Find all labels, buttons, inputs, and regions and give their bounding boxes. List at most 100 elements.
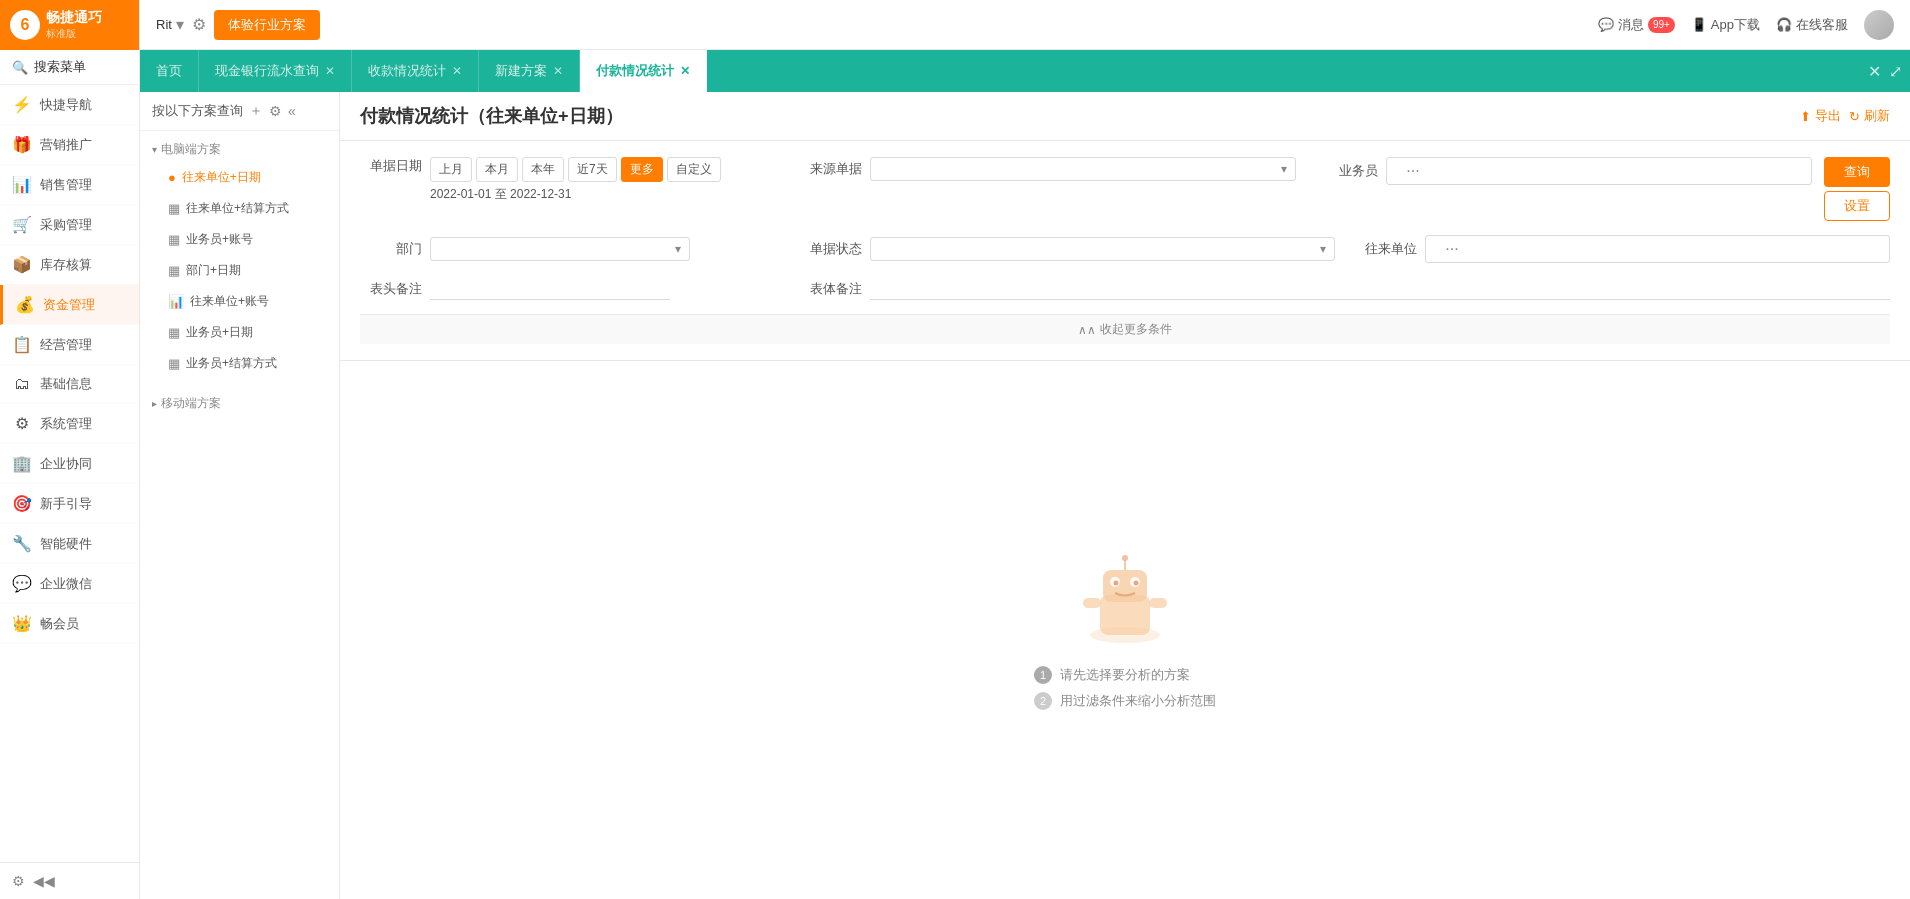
sidebar: 6 畅捷通巧 标准版 🔍 搜索菜单 ⚡ 快捷导航 🎁 营销推广 📊 销售管理 🛒…	[0, 0, 140, 899]
scheme-panel: 按以下方案查询 ＋ ⚙ « ▾ 电脑端方案 ● 往来单位+日期 ▦ 往来单位+结…	[140, 92, 340, 899]
last-month-btn[interactable]: 上月	[430, 157, 472, 182]
trial-button[interactable]: 体验行业方案	[214, 10, 320, 40]
sidebar-item-wechat[interactable]: 💬 企业微信	[0, 564, 139, 604]
date-filter-label: 单据日期	[360, 157, 430, 175]
this-month-btn[interactable]: 本月	[476, 157, 518, 182]
sidebar-item-marketing[interactable]: 🎁 营销推广	[0, 125, 139, 165]
tab-payment-stats-close[interactable]: ✕	[680, 64, 690, 78]
custom-date-btn[interactable]: 自定义	[667, 157, 721, 182]
source-select[interactable]: ▾	[870, 157, 1296, 181]
settings-scheme-btn[interactable]: ⚙	[269, 103, 282, 119]
chart-icon: 📊	[168, 294, 184, 309]
collapse-sidebar-icon[interactable]: ◀◀	[33, 873, 55, 889]
sidebar-search[interactable]: 🔍 搜索菜单	[0, 50, 139, 85]
tip-num-1: 1	[1034, 666, 1052, 684]
marketing-icon: 🎁	[12, 135, 32, 154]
sidebar-item-hardware[interactable]: 🔧 智能硬件	[0, 524, 139, 564]
scheme-label: 业务员+日期	[186, 324, 253, 341]
scheme-dept-date[interactable]: ▦ 部门+日期	[140, 255, 339, 286]
staff-label: 业务员	[1316, 162, 1386, 180]
svg-rect-2	[1103, 570, 1147, 602]
sales-icon: 📊	[12, 175, 32, 194]
tab-new-scheme[interactable]: 新建方案 ✕	[479, 50, 580, 92]
app-download-action[interactable]: 📱 App下载	[1691, 16, 1760, 34]
sidebar-item-label: 快捷导航	[40, 96, 92, 114]
last-7-days-btn[interactable]: 近7天	[568, 157, 617, 182]
header-left: Rit ▾ ⚙ 体验行业方案	[156, 10, 1586, 40]
header-right: 💬 消息 99+ 📱 App下载 🎧 在线客服	[1598, 10, 1894, 40]
sidebar-item-purchase[interactable]: 🛒 采购管理	[0, 205, 139, 245]
sidebar-item-operations[interactable]: 📋 经营管理	[0, 325, 139, 365]
maximize-window-btn[interactable]: ⤢	[1889, 62, 1902, 81]
sidebar-footer: ⚙ ◀◀	[0, 862, 139, 899]
staff-dots-icon[interactable]: ···	[1406, 162, 1419, 180]
sidebar-logo: 6 畅捷通巧 标准版	[0, 0, 139, 50]
sidebar-item-sales[interactable]: 📊 销售管理	[0, 165, 139, 205]
more-date-btn[interactable]: 更多	[621, 157, 663, 182]
add-scheme-btn[interactable]: ＋	[249, 102, 263, 120]
collapse-conditions-btn[interactable]: ∧∧ 收起更多条件	[360, 314, 1890, 344]
body-note-input[interactable]	[870, 277, 1890, 300]
export-button[interactable]: ⬆ 导出	[1800, 107, 1841, 125]
tab-bar: 首页 现金银行流水查询 ✕ 收款情况统计 ✕ 新建方案 ✕ 付款情况统计 ✕ ✕…	[140, 50, 1910, 92]
tab-revenue-stats[interactable]: 收款情况统计 ✕	[352, 50, 479, 92]
online-service-action[interactable]: 🎧 在线客服	[1776, 16, 1848, 34]
tab-revenue-stats-close[interactable]: ✕	[452, 64, 462, 78]
sidebar-item-finance[interactable]: 💰 资金管理	[0, 285, 139, 325]
desktop-group-title[interactable]: ▾ 电脑端方案	[140, 137, 339, 162]
sidebar-item-inventory[interactable]: 📦 库存核算	[0, 245, 139, 285]
scheme-unit-settle[interactable]: ▦ 往来单位+结算方式	[140, 193, 339, 224]
scheme-active-icon: ●	[168, 170, 176, 185]
collapse-label: 收起更多条件	[1100, 321, 1172, 338]
messages-action[interactable]: 💬 消息 99+	[1598, 16, 1675, 34]
partner-dots-icon[interactable]: ···	[1445, 240, 1458, 258]
voucher-status-select[interactable]: ▾	[870, 237, 1335, 261]
scheme-unit-date[interactable]: ● 往来单位+日期	[140, 162, 339, 193]
tab-new-scheme-close[interactable]: ✕	[553, 64, 563, 78]
sidebar-item-corp[interactable]: 🏢 企业协同	[0, 444, 139, 484]
staff-select[interactable]: ···	[1386, 157, 1812, 185]
tab-cash-flow-close[interactable]: ✕	[325, 64, 335, 78]
svg-point-6	[1134, 581, 1139, 586]
empty-tip-1: 1 请先选择要分析的方案	[1034, 666, 1216, 684]
sidebar-item-system[interactable]: ⚙ 系统管理	[0, 404, 139, 444]
logo-icon: 6	[10, 10, 40, 40]
online-service-label: 在线客服	[1796, 16, 1848, 34]
query-button[interactable]: 查询	[1824, 157, 1890, 187]
export-icon: ⬆	[1800, 109, 1811, 124]
tab-cash-flow[interactable]: 现金银行流水查询 ✕	[199, 50, 352, 92]
inventory-icon: 📦	[12, 255, 32, 274]
dept-select[interactable]: ▾	[430, 237, 690, 261]
sidebar-item-quick-nav[interactable]: ⚡ 快捷导航	[0, 85, 139, 125]
messages-label: 消息	[1618, 16, 1644, 34]
tab-payment-stats[interactable]: 付款情况统计 ✕	[580, 50, 707, 92]
header-settings-icon[interactable]: ⚙	[192, 15, 206, 34]
refresh-button[interactable]: ↻ 刷新	[1849, 107, 1890, 125]
scheme-staff-date[interactable]: ▦ 业务员+日期	[140, 317, 339, 348]
close-window-btn[interactable]: ✕	[1868, 62, 1881, 81]
header-note-input[interactable]	[430, 277, 670, 300]
scheme-staff-account[interactable]: ▦ 业务员+账号	[140, 224, 339, 255]
mobile-group-title[interactable]: ▸ 移动端方案	[140, 391, 339, 416]
avatar[interactable]	[1864, 10, 1894, 40]
sidebar-item-base[interactable]: 🗂 基础信息	[0, 365, 139, 404]
settings-footer-icon[interactable]: ⚙	[12, 873, 25, 889]
svg-rect-10	[1149, 598, 1167, 608]
purchase-icon: 🛒	[12, 215, 32, 234]
quick-nav-icon: ⚡	[12, 95, 32, 114]
scheme-unit-account[interactable]: 📊 往来单位+账号	[140, 286, 339, 317]
partner-select[interactable]: ···	[1425, 235, 1890, 263]
scheme-icon: ▦	[168, 201, 180, 216]
sidebar-item-guide[interactable]: 🎯 新手引导	[0, 484, 139, 524]
collapse-scheme-btn[interactable]: «	[288, 103, 296, 119]
scheme-staff-settle[interactable]: ▦ 业务员+结算方式	[140, 348, 339, 379]
user-dropdown-icon[interactable]: ▾	[176, 15, 184, 34]
sidebar-item-member[interactable]: 👑 畅会员	[0, 604, 139, 644]
this-year-btn[interactable]: 本年	[522, 157, 564, 182]
tab-home[interactable]: 首页	[140, 50, 199, 92]
page-actions: ⬆ 导出 ↻ 刷新	[1800, 107, 1890, 125]
tab-payment-stats-label: 付款情况统计	[596, 62, 674, 80]
page-title: 付款情况统计（往来单位+日期）	[360, 104, 623, 128]
settings-button[interactable]: 设置	[1824, 191, 1890, 221]
tab-home-label: 首页	[156, 62, 182, 80]
